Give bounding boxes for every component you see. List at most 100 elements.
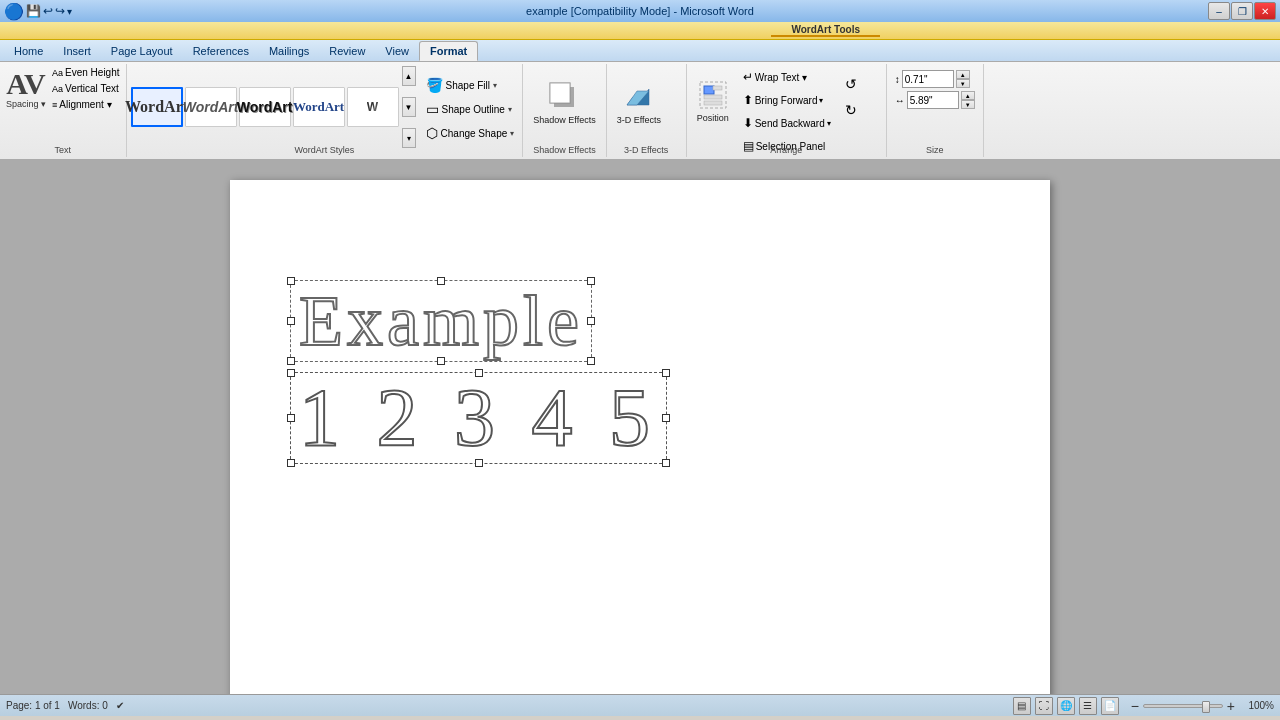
- gallery-scroll-down[interactable]: ▼: [402, 97, 416, 117]
- spellcheck-icon[interactable]: ✔: [116, 700, 124, 711]
- redo-qat-btn[interactable]: ↪: [55, 4, 65, 18]
- bring-forward-label: Bring Forward: [755, 95, 818, 106]
- width-spin-up[interactable]: ▲: [961, 91, 975, 100]
- zoom-slider[interactable]: [1143, 704, 1223, 708]
- send-backward-btn[interactable]: ⬇ Send Backward ▾: [739, 112, 835, 134]
- even-height-icon: Aa: [52, 68, 63, 78]
- arrange-col: ↵ Wrap Text ▾ ⬆ Bring Forward ▾ ⬇ Send B…: [739, 66, 835, 157]
- handle-ml[interactable]: [287, 317, 295, 325]
- handle-br[interactable]: [587, 357, 595, 365]
- height-spin-down[interactable]: ▼: [956, 79, 970, 88]
- even-height-label: Even Height: [65, 67, 119, 78]
- shadow-effects-btn[interactable]: Shadow Effects: [527, 69, 601, 139]
- zoom-level[interactable]: 100%: [1239, 700, 1274, 711]
- tab-format[interactable]: Format: [419, 41, 478, 61]
- alignment-btn[interactable]: ≡ Alignment ▾: [50, 98, 122, 111]
- shape-outline-label: Shape Outline: [442, 104, 505, 115]
- height-input[interactable]: [902, 70, 954, 88]
- handle2-tr[interactable]: [662, 369, 670, 377]
- handle-tr[interactable]: [587, 277, 595, 285]
- view-print-btn[interactable]: ▤: [1013, 697, 1031, 715]
- tab-mailings[interactable]: Mailings: [259, 41, 319, 61]
- wordart-numbers-container[interactable]: 1 2 3 4 5: [290, 372, 990, 464]
- alignment-label: Alignment ▾: [59, 99, 111, 110]
- statusbar-left: Page: 1 of 1 Words: 0 ✔: [6, 700, 124, 711]
- threed-group-label: 3-D Effects: [607, 145, 686, 155]
- handle2-mr[interactable]: [662, 414, 670, 422]
- titlebar: 🔵 💾 ↩ ↪ ▾ example [Compatibility Mode] -…: [0, 0, 1280, 22]
- handle2-br[interactable]: [662, 459, 670, 467]
- wordart-style-1[interactable]: WordArt: [131, 87, 183, 127]
- shape-fill-btn[interactable]: 🪣 Shape Fill ▾: [422, 74, 519, 96]
- shape-fill-arrow: ▾: [493, 81, 497, 90]
- av-spacing-button[interactable]: AV Spacing ▾: [4, 67, 48, 111]
- statusbar-right: ▤ ⛶ 🌐 ☰ 📄 − + 100%: [1013, 697, 1274, 715]
- even-height-btn[interactable]: Aa Even Height: [50, 66, 122, 79]
- tab-page-layout[interactable]: Page Layout: [101, 41, 183, 61]
- restore-btn[interactable]: ❐: [1231, 2, 1253, 20]
- wordart-style-2[interactable]: WordArt: [185, 87, 237, 127]
- height-icon: ↕: [895, 74, 900, 85]
- wordart-style-4[interactable]: WordArt: [293, 87, 345, 127]
- handle-tl[interactable]: [287, 277, 295, 285]
- wordart-style-5[interactable]: W: [347, 87, 399, 127]
- view-outline-btn[interactable]: ☰: [1079, 697, 1097, 715]
- rotate-left-btn[interactable]: ↺: [839, 72, 863, 96]
- zoom-thumb[interactable]: [1202, 701, 1210, 713]
- wordart-tools-label: WordArt Tools: [771, 24, 880, 37]
- gallery-scroll: ▲ ▼ ▾: [402, 66, 416, 148]
- wordart-example-container[interactable]: Example: [290, 280, 990, 362]
- tab-home[interactable]: Home: [4, 41, 53, 61]
- save-qat-btn[interactable]: 💾: [26, 4, 41, 18]
- ribbon-group-text: AV Spacing ▾ Aa Even Height Aa Vertical …: [0, 64, 127, 157]
- vertical-text-btn[interactable]: Aa Vertical Text: [50, 82, 122, 95]
- handle2-ml[interactable]: [287, 414, 295, 422]
- width-spin-down[interactable]: ▼: [961, 100, 975, 109]
- bring-forward-btn[interactable]: ⬆ Bring Forward ▾: [739, 89, 835, 111]
- words-info: Words: 0: [68, 700, 108, 711]
- close-btn[interactable]: ✕: [1254, 2, 1276, 20]
- wordart-example-border: Example: [290, 280, 592, 362]
- width-icon: ↔: [895, 95, 905, 106]
- tab-references[interactable]: References: [183, 41, 259, 61]
- shape-outline-arrow: ▾: [508, 105, 512, 114]
- wordart-style-5-text: W: [367, 100, 378, 114]
- handle-bl[interactable]: [287, 357, 295, 365]
- zoom-out-btn[interactable]: −: [1131, 698, 1139, 714]
- shape-outline-btn[interactable]: ▭ Shape Outline ▾: [422, 98, 519, 120]
- shape-outline-icon: ▭: [426, 101, 439, 117]
- change-shape-arrow: ▾: [510, 129, 514, 138]
- rotate-right-btn[interactable]: ↻: [839, 98, 863, 122]
- wrap-text-btn[interactable]: ↵ Wrap Text ▾: [739, 66, 835, 88]
- threed-effects-btn[interactable]: 3-D Effects: [611, 69, 667, 139]
- view-fullscreen-btn[interactable]: ⛶: [1035, 697, 1053, 715]
- wordart-example-text: Example: [299, 285, 583, 357]
- gallery-scroll-up[interactable]: ▲: [402, 66, 416, 86]
- bring-forward-icon: ⬆: [743, 93, 753, 107]
- position-btn[interactable]: Position: [691, 66, 735, 136]
- wrap-text-icon: ↵: [743, 70, 753, 84]
- tab-review[interactable]: Review: [319, 41, 375, 61]
- tab-view[interactable]: View: [375, 41, 419, 61]
- view-draft-btn[interactable]: 📄: [1101, 697, 1119, 715]
- change-shape-btn[interactable]: ⬡ Change Shape ▾: [422, 122, 519, 144]
- wordart-style-3[interactable]: WordArt: [239, 87, 291, 127]
- svg-rect-8: [713, 86, 722, 90]
- handle-mr[interactable]: [587, 317, 595, 325]
- minimize-btn[interactable]: –: [1208, 2, 1230, 20]
- width-input[interactable]: [907, 91, 959, 109]
- shadow-effects-label: Shadow Effects: [533, 115, 595, 126]
- width-spin: ▲ ▼: [961, 91, 975, 109]
- handle2-tl[interactable]: [287, 369, 295, 377]
- view-web-btn[interactable]: 🌐: [1057, 697, 1075, 715]
- height-spin-up[interactable]: ▲: [956, 70, 970, 79]
- undo-qat-btn[interactable]: ↩: [43, 4, 53, 18]
- svg-rect-9: [704, 95, 722, 99]
- handle2-bl[interactable]: [287, 459, 295, 467]
- text-options-col: Aa Even Height Aa Vertical Text ≡ Alignm…: [50, 66, 122, 111]
- position-label: Position: [697, 113, 729, 124]
- office-logo: 🔵: [4, 2, 24, 21]
- window-controls: – ❐ ✕: [1208, 2, 1276, 20]
- tab-insert[interactable]: Insert: [53, 41, 101, 61]
- zoom-in-btn[interactable]: +: [1227, 698, 1235, 714]
